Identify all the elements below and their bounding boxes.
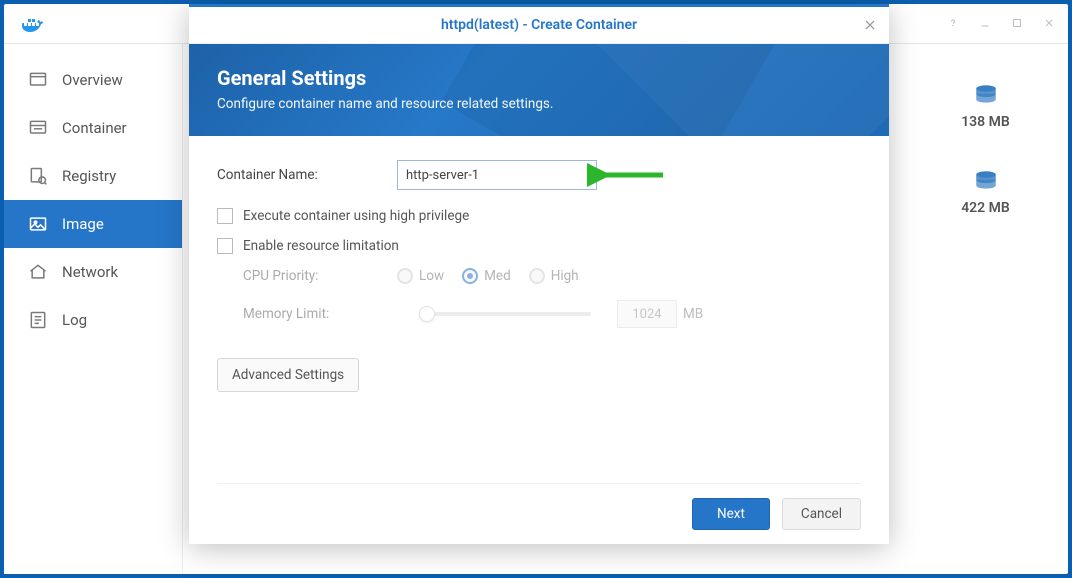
resource-limit-row: Enable resource limitation — [217, 238, 861, 254]
sidebar-item-overview[interactable]: Overview — [4, 56, 182, 104]
maximize-button[interactable] — [1006, 12, 1028, 34]
stat-value: 138 MB — [961, 114, 1010, 130]
minimize-button[interactable] — [974, 12, 996, 34]
sidebar: Overview Container Registry Image Networ… — [4, 44, 182, 574]
modal-footer: Next Cancel — [217, 483, 861, 544]
resource-limit-label: Enable resource limitation — [243, 238, 399, 254]
annotation-arrow — [587, 162, 667, 188]
memory-slider[interactable] — [421, 312, 591, 316]
modal-close-button[interactable] — [863, 17, 877, 36]
resource-limit-sub: CPU Priority: Low Med High Memory Limit:… — [243, 268, 861, 328]
modal-header-title: General Settings — [217, 66, 861, 90]
cpu-med-label: Med — [484, 268, 511, 284]
modal-title: httpd(latest) - Create Container — [441, 17, 637, 33]
registry-icon — [28, 166, 48, 186]
advanced-settings-button[interactable]: Advanced Settings — [217, 358, 359, 392]
stat-item: 138 MB — [961, 84, 1010, 130]
cpu-low-radio[interactable] — [397, 268, 413, 284]
sidebar-item-image[interactable]: Image — [4, 200, 182, 248]
sidebar-item-label: Container — [62, 119, 127, 137]
memory-value-input — [617, 300, 677, 328]
log-icon — [28, 310, 48, 330]
resource-limit-checkbox[interactable] — [217, 238, 233, 254]
network-icon — [28, 262, 48, 282]
modal-header: General Settings Configure container nam… — [189, 44, 889, 136]
modal-header-subtitle: Configure container name and resource re… — [217, 96, 861, 112]
app-window: Docker Overview Container Registry — [4, 4, 1068, 574]
memory-slider-handle[interactable] — [419, 306, 435, 322]
window-controls — [942, 12, 1060, 34]
cpu-high-label: High — [551, 268, 579, 284]
container-name-input[interactable] — [397, 160, 597, 190]
high-privilege-label: Execute container using high privilege — [243, 208, 469, 224]
sidebar-item-container[interactable]: Container — [4, 104, 182, 152]
close-button[interactable] — [1038, 12, 1060, 34]
high-privilege-checkbox[interactable] — [217, 208, 233, 224]
modal-titlebar: httpd(latest) - Create Container — [189, 4, 889, 44]
overview-icon — [28, 70, 48, 90]
next-button[interactable]: Next — [692, 498, 770, 530]
sidebar-item-label: Image — [62, 215, 104, 233]
modal-body: Container Name: Execute container using … — [189, 136, 889, 483]
cpu-priority-row: CPU Priority: Low Med High — [243, 268, 861, 284]
sidebar-item-label: Log — [62, 311, 87, 329]
sidebar-item-label: Overview — [62, 71, 123, 89]
sidebar-item-label: Network — [62, 263, 118, 281]
container-name-label: Container Name: — [217, 167, 397, 183]
cancel-button[interactable]: Cancel — [782, 498, 861, 530]
sidebar-item-registry[interactable]: Registry — [4, 152, 182, 200]
cpu-priority-group: Low Med High — [397, 268, 579, 284]
sidebar-item-log[interactable]: Log — [4, 296, 182, 344]
docker-icon — [20, 12, 44, 36]
image-icon — [28, 214, 48, 234]
memory-limit-label: Memory Limit: — [243, 306, 397, 322]
help-button[interactable] — [942, 12, 964, 34]
cpu-med-radio[interactable] — [462, 268, 478, 284]
database-icon — [973, 84, 999, 106]
stat-value: 422 MB — [961, 200, 1010, 216]
cpu-high-radio[interactable] — [529, 268, 545, 284]
sidebar-item-network[interactable]: Network — [4, 248, 182, 296]
high-privilege-row: Execute container using high privilege — [217, 208, 861, 224]
cpu-low-label: Low — [419, 268, 444, 284]
container-name-row: Container Name: — [217, 160, 861, 190]
memory-limit-row: Memory Limit: MB — [243, 300, 861, 328]
database-icon — [973, 170, 999, 192]
cpu-priority-label: CPU Priority: — [243, 268, 397, 284]
right-stats-panel: 138 MB 422 MB — [903, 44, 1068, 216]
create-container-modal: httpd(latest) - Create Container General… — [189, 4, 889, 544]
container-icon — [28, 118, 48, 138]
sidebar-item-label: Registry — [62, 167, 116, 185]
stat-item: 422 MB — [961, 170, 1010, 216]
memory-unit: MB — [683, 306, 703, 322]
